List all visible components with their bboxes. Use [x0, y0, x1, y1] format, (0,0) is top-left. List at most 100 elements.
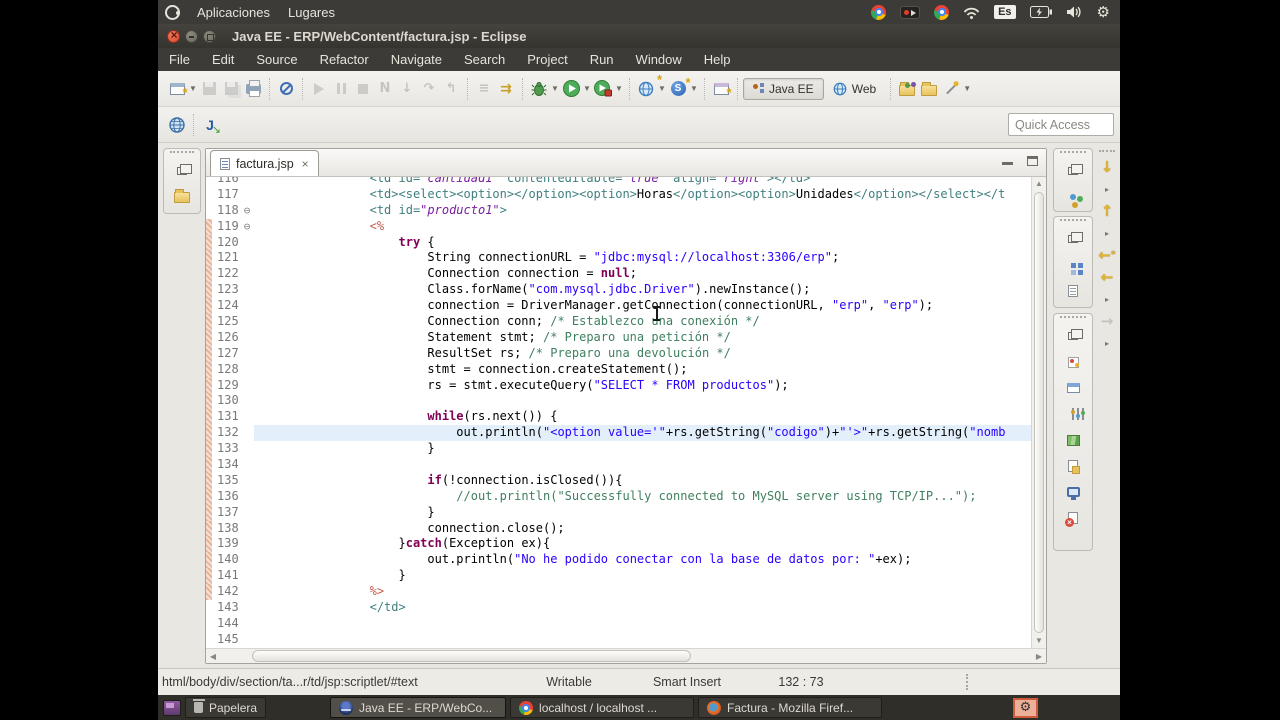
last-edit-location-button[interactable]: ← * — [1098, 244, 1115, 266]
restart-button[interactable]: ⇉ — [495, 78, 517, 100]
open-folder-button[interactable] — [918, 78, 940, 100]
places-menu[interactable]: Lugares — [279, 5, 344, 20]
session-gear-icon[interactable]: ⚙ — [1097, 3, 1110, 21]
window-close-button[interactable] — [167, 28, 180, 43]
taskbar-item-chrome[interactable]: localhost / localhost ... — [510, 697, 695, 718]
code-line-127[interactable]: 127 ResultSet rs; /* Preparo una devoluc… — [206, 345, 1031, 362]
previous-annotation-dropdown[interactable]: ▸ — [1105, 222, 1109, 244]
palette-view-button[interactable] — [1058, 402, 1088, 426]
quick-access-input[interactable] — [1008, 113, 1114, 136]
forward-dropdown[interactable]: ▸ — [1105, 332, 1109, 354]
wifi-icon[interactable] — [963, 6, 980, 19]
toolbar-overflow-dropdown[interactable]: ▼ — [962, 78, 972, 100]
open-perspective-button[interactable] — [710, 78, 732, 100]
perspective-java-ee-button[interactable]: Java EE — [743, 77, 824, 100]
code-line-117[interactable]: 117 <td><select><option></option><option… — [206, 187, 1031, 203]
run-on-server-button[interactable]: J ↘ — [199, 114, 221, 136]
new-wizard-dropdown[interactable]: ▼ — [188, 78, 198, 100]
code-line-138[interactable]: 138 connection.close(); — [206, 520, 1031, 537]
next-annotation-dropdown[interactable]: ▸ — [1105, 178, 1109, 200]
taskbar-item-trash[interactable]: Papelera — [185, 697, 267, 718]
drag-handle[interactable] — [170, 151, 194, 157]
code-line-120[interactable]: 120 try { — [206, 234, 1031, 251]
documentation-view-button[interactable] — [1058, 454, 1088, 478]
tab-factura-jsp[interactable]: factura.jsp × — [210, 150, 319, 176]
debug-button[interactable] — [528, 78, 550, 100]
keyboard-layout-indicator[interactable]: Es — [994, 5, 1016, 19]
code-line-119[interactable]: 119 ⊖ <% — [206, 218, 1031, 235]
suspend-button[interactable] — [330, 78, 352, 100]
workspace-switcher[interactable]: ⚙ — [1013, 697, 1038, 718]
horizontal-scroll-thumb[interactable] — [252, 649, 691, 662]
show-desktop-button[interactable] — [163, 699, 181, 716]
step-return-button[interactable]: ↰ — [440, 78, 462, 100]
new-wizard-button[interactable] — [166, 78, 188, 100]
battery-icon[interactable] — [1029, 6, 1052, 18]
restore-view-button[interactable] — [1058, 324, 1088, 348]
snippets-view-button[interactable] — [1058, 428, 1088, 452]
step-into-button[interactable]: ↓ — [396, 78, 418, 100]
restore-view-button[interactable] — [1058, 159, 1088, 183]
restore-view-button[interactable] — [1058, 227, 1088, 251]
code-line-145[interactable]: 145 — [206, 632, 1031, 648]
scroll-down-arrow[interactable]: ▼ — [1032, 634, 1046, 648]
code-line-121[interactable]: 121 String connectionURL = "jdbc:mysql:/… — [206, 250, 1031, 267]
vertical-scrollbar[interactable]: ▲ ▼ — [1031, 177, 1046, 648]
code-line-144[interactable]: 144 — [206, 616, 1031, 632]
menu-help[interactable]: Help — [693, 52, 742, 67]
horizontal-scroll-track[interactable] — [220, 649, 1032, 663]
scroll-left-arrow[interactable]: ◀ — [206, 652, 220, 661]
ubuntu-logo-icon[interactable] — [165, 4, 180, 20]
web-browser-button[interactable] — [166, 114, 188, 136]
import-folder-button[interactable] — [896, 78, 918, 100]
print-button[interactable] — [242, 78, 264, 100]
code-line-118[interactable]: 118 ⊖ <td id="producto1"> — [206, 203, 1031, 219]
menu-refactor[interactable]: Refactor — [309, 52, 380, 67]
profile-button[interactable] — [592, 78, 614, 100]
menu-search[interactable]: Search — [453, 52, 516, 67]
disconnect-button[interactable]: N — [374, 78, 396, 100]
code-line-130[interactable]: 130 — [206, 393, 1031, 410]
minimize-editor-button[interactable] — [1002, 156, 1013, 165]
outline-view-button[interactable] — [1058, 253, 1088, 277]
save-button[interactable] — [198, 78, 220, 100]
chrome-tray-icon-2[interactable] — [934, 4, 950, 20]
use-step-filters-button[interactable]: ≡ — [473, 78, 495, 100]
menu-navigate[interactable]: Navigate — [380, 52, 453, 67]
drag-handle[interactable] — [1060, 151, 1086, 157]
menu-file[interactable]: File — [158, 52, 201, 67]
next-annotation-button[interactable]: ↓ — [1101, 156, 1114, 178]
code-line-122[interactable]: 122 Connection connection = null; — [206, 266, 1031, 283]
code-line-137[interactable]: 137 } — [206, 504, 1031, 521]
menu-run[interactable]: Run — [579, 52, 625, 67]
code-line-124[interactable]: 124 connection = DriverManager.getConnec… — [206, 298, 1031, 315]
markers-view-button[interactable] — [1058, 350, 1088, 374]
perspective-web-button[interactable]: Web — [824, 79, 885, 99]
code-line-123[interactable]: 123 Class.forName("com.mysql.jdbc.Driver… — [206, 282, 1031, 299]
code-line-141[interactable]: 141 } — [206, 568, 1031, 585]
window-minimize-button[interactable] — [185, 29, 198, 43]
scroll-right-arrow[interactable]: ▶ — [1032, 652, 1046, 661]
code-line-140[interactable]: 140 out.println("No he podido conectar c… — [206, 552, 1031, 569]
back-button[interactable]: ← — [1101, 266, 1114, 288]
code-line-131[interactable]: 131 while(rs.next()) { — [206, 409, 1031, 426]
fold-marker[interactable]: ⊖ — [240, 219, 254, 235]
new-web-project-button[interactable] — [635, 78, 657, 100]
code-line-143[interactable]: 143 </td> — [206, 600, 1031, 616]
error-log-view-button[interactable] — [1058, 506, 1088, 530]
volume-icon[interactable] — [1066, 5, 1083, 19]
previous-annotation-button[interactable]: ↑ — [1101, 200, 1114, 222]
servers-view-button[interactable] — [1058, 185, 1088, 209]
chrome-tray-icon[interactable] — [871, 4, 887, 20]
menu-edit[interactable]: Edit — [201, 52, 245, 67]
code-line-134[interactable]: 134 — [206, 457, 1031, 473]
drag-handle[interactable] — [1060, 219, 1086, 225]
console-view-button[interactable] — [1058, 480, 1088, 504]
profile-dropdown[interactable]: ▼ — [614, 78, 624, 100]
link-with-editor-button[interactable] — [940, 78, 962, 100]
code-line-142[interactable]: 142 %> — [206, 584, 1031, 601]
code-line-129[interactable]: 129 rs = stmt.executeQuery("SELECT * FRO… — [206, 377, 1031, 394]
run-button[interactable] — [560, 78, 582, 100]
code-line-125[interactable]: 125 Connection conn; /* Establezco una c… — [206, 314, 1031, 330]
save-all-button[interactable] — [220, 78, 242, 100]
